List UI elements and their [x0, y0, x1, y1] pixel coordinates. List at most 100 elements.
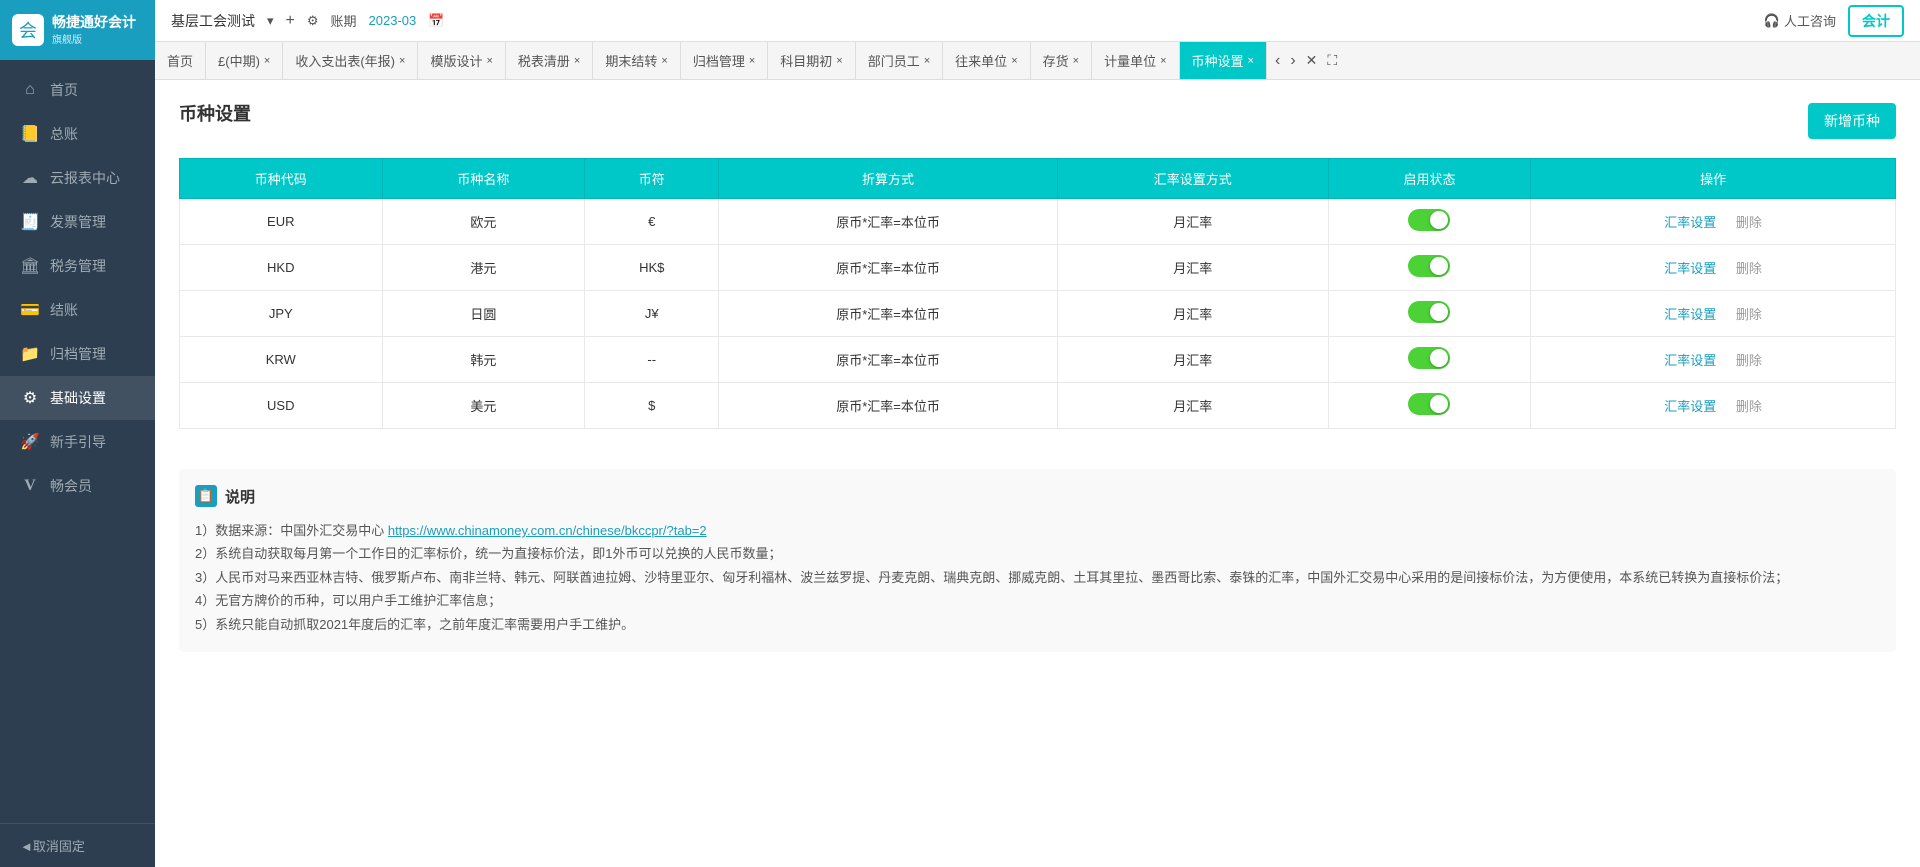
toggle-enabled-0[interactable] [1408, 209, 1450, 231]
tab-partner[interactable]: 往来单位 × [943, 42, 1030, 80]
tab-prev-button[interactable]: ‹ [1271, 52, 1284, 70]
sidebar-item-settle[interactable]: 💳 结账 [0, 288, 155, 332]
tab-next-button[interactable]: › [1286, 52, 1299, 70]
tab-dept[interactable]: 部门员工 × [856, 42, 943, 80]
sidebar-label-guide: 新手引导 [50, 432, 106, 452]
toggle-track-2 [1408, 301, 1450, 323]
toggle-enabled-2[interactable] [1408, 301, 1450, 323]
sidebar-label-member: 畅会员 [50, 476, 92, 496]
sidebar-item-ledger[interactable]: 📒 总账 [0, 112, 155, 156]
toggle-enabled-3[interactable] [1408, 347, 1450, 369]
tabs-bar: 首页 £(中期) × 收入支出表(年报) × 模版设计 × 税表清册 × 期末结… [155, 42, 1920, 80]
headphone-icon: 🎧 [1764, 13, 1780, 29]
toggle-thumb-0 [1430, 211, 1448, 229]
delete-link-2[interactable]: 删除 [1736, 307, 1762, 322]
delete-link-0[interactable]: 删除 [1736, 215, 1762, 230]
tab-template[interactable]: 模版设计 × [418, 42, 505, 80]
company-dropdown-icon[interactable]: ▾ [267, 13, 274, 29]
notes-icon: 📋 [195, 485, 217, 507]
rate-settings-link-2[interactable]: 汇率设置 [1664, 307, 1716, 322]
cell-status-0 [1328, 199, 1531, 245]
table-row: USD 美元 $ 原币*汇率=本位币 月汇率 汇率设置 删除 [180, 383, 1896, 429]
tab-close-yearend[interactable]: × [661, 55, 667, 67]
logo-area: 会 畅捷通好会计 旗舰版 [0, 0, 155, 60]
sidebar-unpin[interactable]: ◄取消固定 [0, 823, 155, 867]
toggle-enabled-1[interactable] [1408, 255, 1450, 277]
sidebar-item-archive[interactable]: 📁 归档管理 [0, 332, 155, 376]
sidebar-item-invoice[interactable]: 🧾 发票管理 [0, 200, 155, 244]
tab-close-subject[interactable]: × [836, 55, 842, 67]
rate-settings-link-0[interactable]: 汇率设置 [1664, 215, 1716, 230]
sidebar-label-archive: 归档管理 [50, 344, 106, 364]
tab-currency[interactable]: 币种设置 × [1180, 42, 1267, 80]
toggle-track-4 [1408, 393, 1450, 415]
expand-view-button[interactable]: ⛶ [1323, 52, 1341, 69]
table-header-row: 币种代码 币种名称 币符 折算方式 汇率设置方式 启用状态 操作 [180, 159, 1896, 199]
sidebar-item-member[interactable]: V 畅会员 [0, 464, 155, 508]
toggle-enabled-4[interactable] [1408, 393, 1450, 415]
sidebar-item-tax[interactable]: 🏛 税务管理 [0, 244, 155, 288]
tab-close-dept[interactable]: × [924, 55, 930, 67]
close-all-tabs-button[interactable]: ✕ [1302, 52, 1322, 69]
rate-settings-link-1[interactable]: 汇率设置 [1664, 261, 1716, 276]
cell-rate-type-1: 月汇率 [1057, 245, 1328, 291]
tab-yearend[interactable]: 期末结转 × [593, 42, 680, 80]
tab-close-taxclear[interactable]: × [574, 55, 580, 67]
delete-link-3[interactable]: 删除 [1736, 353, 1762, 368]
tab-label-unit: 计量单位 [1104, 51, 1156, 70]
consult-label: 人工咨询 [1784, 11, 1836, 30]
tab-close-balance[interactable]: × [264, 55, 270, 67]
page-header: 币种设置 新增币种 [179, 100, 1896, 142]
delete-link-1[interactable]: 删除 [1736, 261, 1762, 276]
rate-settings-link-4[interactable]: 汇率设置 [1664, 399, 1716, 414]
consult-button[interactable]: 🎧 人工咨询 [1764, 11, 1836, 30]
rate-settings-link-3[interactable]: 汇率设置 [1664, 353, 1716, 368]
page-title: 币种设置 [179, 100, 251, 126]
tab-close-template[interactable]: × [486, 55, 492, 67]
cell-name-0: 欧元 [382, 199, 585, 245]
tab-subject[interactable]: 科目期初 × [768, 42, 855, 80]
delete-link-4[interactable]: 删除 [1736, 399, 1762, 414]
sidebar-item-guide[interactable]: 🚀 新手引导 [0, 420, 155, 464]
col-header-status: 启用状态 [1328, 159, 1531, 199]
sidebar-label-tax: 税务管理 [50, 256, 106, 276]
tab-close-partner[interactable]: × [1011, 55, 1017, 67]
sidebar-label-invoice: 发票管理 [50, 212, 106, 232]
new-currency-button[interactable]: 新增币种 [1808, 103, 1896, 139]
cell-calc-3: 原币*汇率=本位币 [719, 337, 1057, 383]
tab-taxclear[interactable]: 税表清册 × [506, 42, 593, 80]
add-company-button[interactable]: + [286, 12, 295, 30]
sidebar-item-report[interactable]: ☁ 云报表中心 [0, 156, 155, 200]
cell-name-2: 日圆 [382, 291, 585, 337]
cell-action-2: 汇率设置 删除 [1531, 291, 1896, 337]
tab-balance[interactable]: £(中期) × [206, 42, 283, 80]
guide-icon: 🚀 [20, 432, 40, 452]
tab-close-archive[interactable]: × [749, 55, 755, 67]
calendar-icon[interactable]: 📅 [428, 13, 444, 29]
tab-close-unit[interactable]: × [1160, 55, 1166, 67]
tab-close-currency[interactable]: × [1248, 55, 1254, 67]
tab-close-stock[interactable]: × [1073, 55, 1079, 67]
tab-income[interactable]: 收入支出表(年报) × [283, 42, 418, 80]
tab-home[interactable]: 首页 [155, 42, 206, 80]
account-type-button[interactable]: 会计 [1848, 5, 1904, 37]
invoice-icon: 🧾 [20, 212, 40, 232]
tax-icon: 🏛 [20, 256, 40, 276]
notes-link[interactable]: https://www.chinamoney.com.cn/chinese/bk… [388, 523, 707, 538]
cell-code-0: EUR [180, 199, 383, 245]
company-settings-icon[interactable]: ⚙ [307, 13, 319, 29]
tab-archive[interactable]: 归档管理 × [681, 42, 768, 80]
cell-symbol-2: J¥ [585, 291, 719, 337]
unpin-label: ◄取消固定 [20, 836, 85, 855]
toggle-thumb-2 [1430, 303, 1448, 321]
tab-unit[interactable]: 计量单位 × [1092, 42, 1179, 80]
cell-action-3: 汇率设置 删除 [1531, 337, 1896, 383]
sidebar-item-settings[interactable]: ⚙ 基础设置 [0, 376, 155, 420]
tab-close-income[interactable]: × [399, 55, 405, 67]
tab-stock[interactable]: 存货 × [1031, 42, 1092, 80]
notes-item-3: 4）无官方牌价的币种，可以用户手工维护汇率信息； [195, 589, 1880, 612]
toggle-thumb-4 [1430, 395, 1448, 413]
notes-title-text: 说明 [225, 486, 255, 507]
cell-status-4 [1328, 383, 1531, 429]
sidebar-item-home[interactable]: ⌂ 首页 [0, 68, 155, 112]
